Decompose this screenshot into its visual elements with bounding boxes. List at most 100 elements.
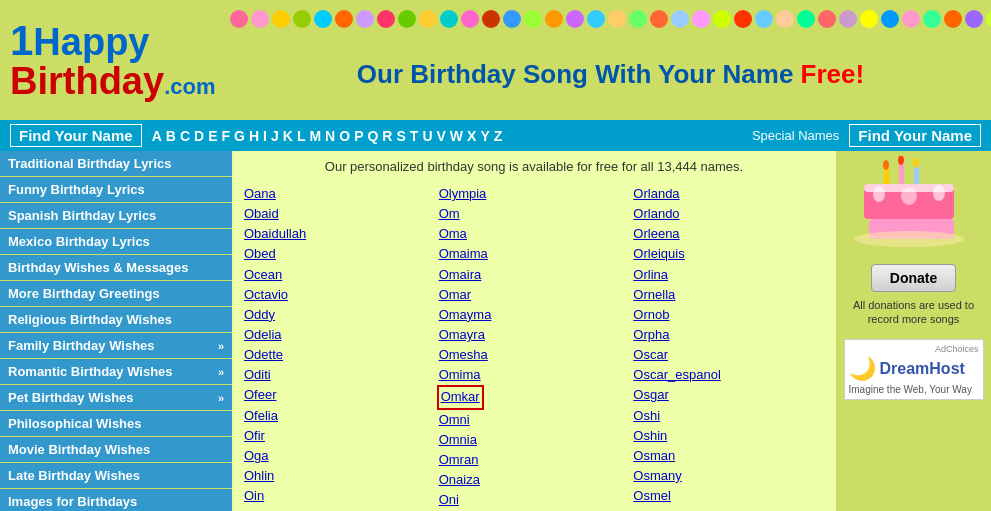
sidebar-item-label: Family Birthday Wishes xyxy=(8,338,155,353)
find-name-right[interactable]: Find Your Name xyxy=(849,124,981,147)
letter-link-j[interactable]: J xyxy=(271,128,279,144)
name-link[interactable]: Odette xyxy=(242,345,437,365)
name-link[interactable]: Onaiza xyxy=(437,470,632,490)
name-link[interactable]: Oira xyxy=(242,506,437,511)
name-link[interactable]: Omima xyxy=(437,365,632,385)
name-link[interactable]: Oddy xyxy=(242,305,437,325)
letter-link-x[interactable]: X xyxy=(467,128,476,144)
sidebar-item-13[interactable]: Images for Birthdays xyxy=(0,489,232,511)
name-link[interactable]: Obaid xyxy=(242,204,437,224)
name-link[interactable]: Omesha xyxy=(437,345,632,365)
sidebar-item-1[interactable]: Funny Birthday Lyrics xyxy=(0,177,232,202)
letter-link-p[interactable]: P xyxy=(354,128,363,144)
sidebar-item-5[interactable]: More Birthday Greetings xyxy=(0,281,232,306)
name-link[interactable]: Odelia xyxy=(242,325,437,345)
letter-link-v[interactable]: V xyxy=(437,128,446,144)
sidebar-item-9[interactable]: Pet Birthday Wishes» xyxy=(0,385,232,410)
letter-link-i[interactable]: I xyxy=(263,128,267,144)
name-link[interactable]: Obaidullah xyxy=(242,224,437,244)
letter-link-t[interactable]: T xyxy=(410,128,419,144)
name-link[interactable]: Ocean xyxy=(242,265,437,285)
special-names-link[interactable]: Special Names xyxy=(752,128,839,143)
letter-link-h[interactable]: H xyxy=(249,128,259,144)
donate-button[interactable]: Donate xyxy=(871,264,956,292)
name-link[interactable]: Osgar xyxy=(631,385,826,405)
name-link[interactable]: Omran xyxy=(437,450,632,470)
letter-link-o[interactable]: O xyxy=(339,128,350,144)
name-link[interactable]: Omkar xyxy=(437,385,484,409)
name-link[interactable]: Omayma xyxy=(437,305,632,325)
sidebar-item-7[interactable]: Family Birthday Wishes» xyxy=(0,333,232,358)
name-link[interactable]: Ofelia xyxy=(242,406,437,426)
name-link[interactable]: Orlina xyxy=(631,265,826,285)
name-link[interactable]: Oscar xyxy=(631,345,826,365)
logo-com: .com xyxy=(164,74,215,99)
letter-link-y[interactable]: Y xyxy=(480,128,489,144)
letter-link-q[interactable]: Q xyxy=(367,128,378,144)
name-link[interactable]: Ofeer xyxy=(242,385,437,405)
name-link[interactable]: Orlanda xyxy=(631,184,826,204)
name-link[interactable]: Oscar_espanol xyxy=(631,365,826,385)
letter-link-c[interactable]: C xyxy=(180,128,190,144)
sidebar-item-8[interactable]: Romantic Birthday Wishes» xyxy=(0,359,232,384)
name-link[interactable]: Ornob xyxy=(631,305,826,325)
name-link[interactable]: Oin xyxy=(242,486,437,506)
name-link[interactable]: Oshin xyxy=(631,426,826,446)
name-link[interactable]: Omni xyxy=(437,410,632,430)
letter-link-z[interactable]: Z xyxy=(494,128,503,144)
name-link[interactable]: Om xyxy=(437,204,632,224)
sidebar-item-0[interactable]: Traditional Birthday Lyrics xyxy=(0,151,232,176)
sidebar-item-4[interactable]: Birthday Wishes & Messages xyxy=(0,255,232,280)
name-link[interactable]: Oma xyxy=(437,224,632,244)
letter-link-m[interactable]: M xyxy=(309,128,321,144)
sidebar-item-3[interactable]: Mexico Birthday Lyrics xyxy=(0,229,232,254)
letter-link-a[interactable]: A xyxy=(152,128,162,144)
letter-link-u[interactable]: U xyxy=(422,128,432,144)
letter-link-l[interactable]: L xyxy=(297,128,306,144)
name-link[interactable]: Osmany xyxy=(631,466,826,486)
letter-link-n[interactable]: N xyxy=(325,128,335,144)
ad-tagline: Imagine the Web, Your Way xyxy=(849,384,979,395)
name-link[interactable]: Ofir xyxy=(242,426,437,446)
letter-link-d[interactable]: D xyxy=(194,128,204,144)
name-link[interactable]: Oana xyxy=(242,184,437,204)
sidebar-item-11[interactable]: Movie Birthday Wishes xyxy=(0,437,232,462)
name-link[interactable]: Orleiquis xyxy=(631,244,826,264)
name-link[interactable]: Osmenis xyxy=(631,506,826,511)
sidebar-item-2[interactable]: Spanish Birthday Lyrics xyxy=(0,203,232,228)
letter-link-w[interactable]: W xyxy=(450,128,463,144)
name-link[interactable]: Orpha xyxy=(631,325,826,345)
letter-link-s[interactable]: S xyxy=(396,128,405,144)
decoration-dot xyxy=(671,10,689,28)
name-link[interactable]: Ornella xyxy=(631,285,826,305)
name-link[interactable]: Osmel xyxy=(631,486,826,506)
letter-link-f[interactable]: F xyxy=(221,128,230,144)
name-link[interactable]: Omaira xyxy=(437,265,632,285)
sidebar-item-label: Images for Birthdays xyxy=(8,494,137,509)
find-name-left[interactable]: Find Your Name xyxy=(10,124,142,147)
name-link[interactable]: Orleena xyxy=(631,224,826,244)
name-link[interactable]: Oshi xyxy=(631,406,826,426)
letter-link-e[interactable]: E xyxy=(208,128,217,144)
name-link[interactable]: Obed xyxy=(242,244,437,264)
letter-link-r[interactable]: R xyxy=(382,128,392,144)
letter-link-g[interactable]: G xyxy=(234,128,245,144)
name-link[interactable]: Omayra xyxy=(437,325,632,345)
name-link[interactable]: Omar xyxy=(437,285,632,305)
name-link[interactable]: Omnia xyxy=(437,430,632,450)
name-link[interactable]: Olympia xyxy=(437,184,632,204)
sidebar-item-12[interactable]: Late Birthday Wishes xyxy=(0,463,232,488)
sidebar-item-6[interactable]: Religious Birthday Wishes xyxy=(0,307,232,332)
sidebar-item-10[interactable]: Philosophical Wishes xyxy=(0,411,232,436)
letter-link-b[interactable]: B xyxy=(166,128,176,144)
name-link[interactable]: Oga xyxy=(242,446,437,466)
name-link[interactable]: Orlando xyxy=(631,204,826,224)
name-link[interactable]: Omaima xyxy=(437,244,632,264)
name-link[interactable]: Octavio xyxy=(242,285,437,305)
name-link[interactable]: Osman xyxy=(631,446,826,466)
name-link[interactable]: Ohlin xyxy=(242,466,437,486)
letter-link-k[interactable]: K xyxy=(283,128,293,144)
svg-point-11 xyxy=(933,185,945,201)
name-link[interactable]: Oni xyxy=(437,490,632,510)
name-link[interactable]: Oditi xyxy=(242,365,437,385)
